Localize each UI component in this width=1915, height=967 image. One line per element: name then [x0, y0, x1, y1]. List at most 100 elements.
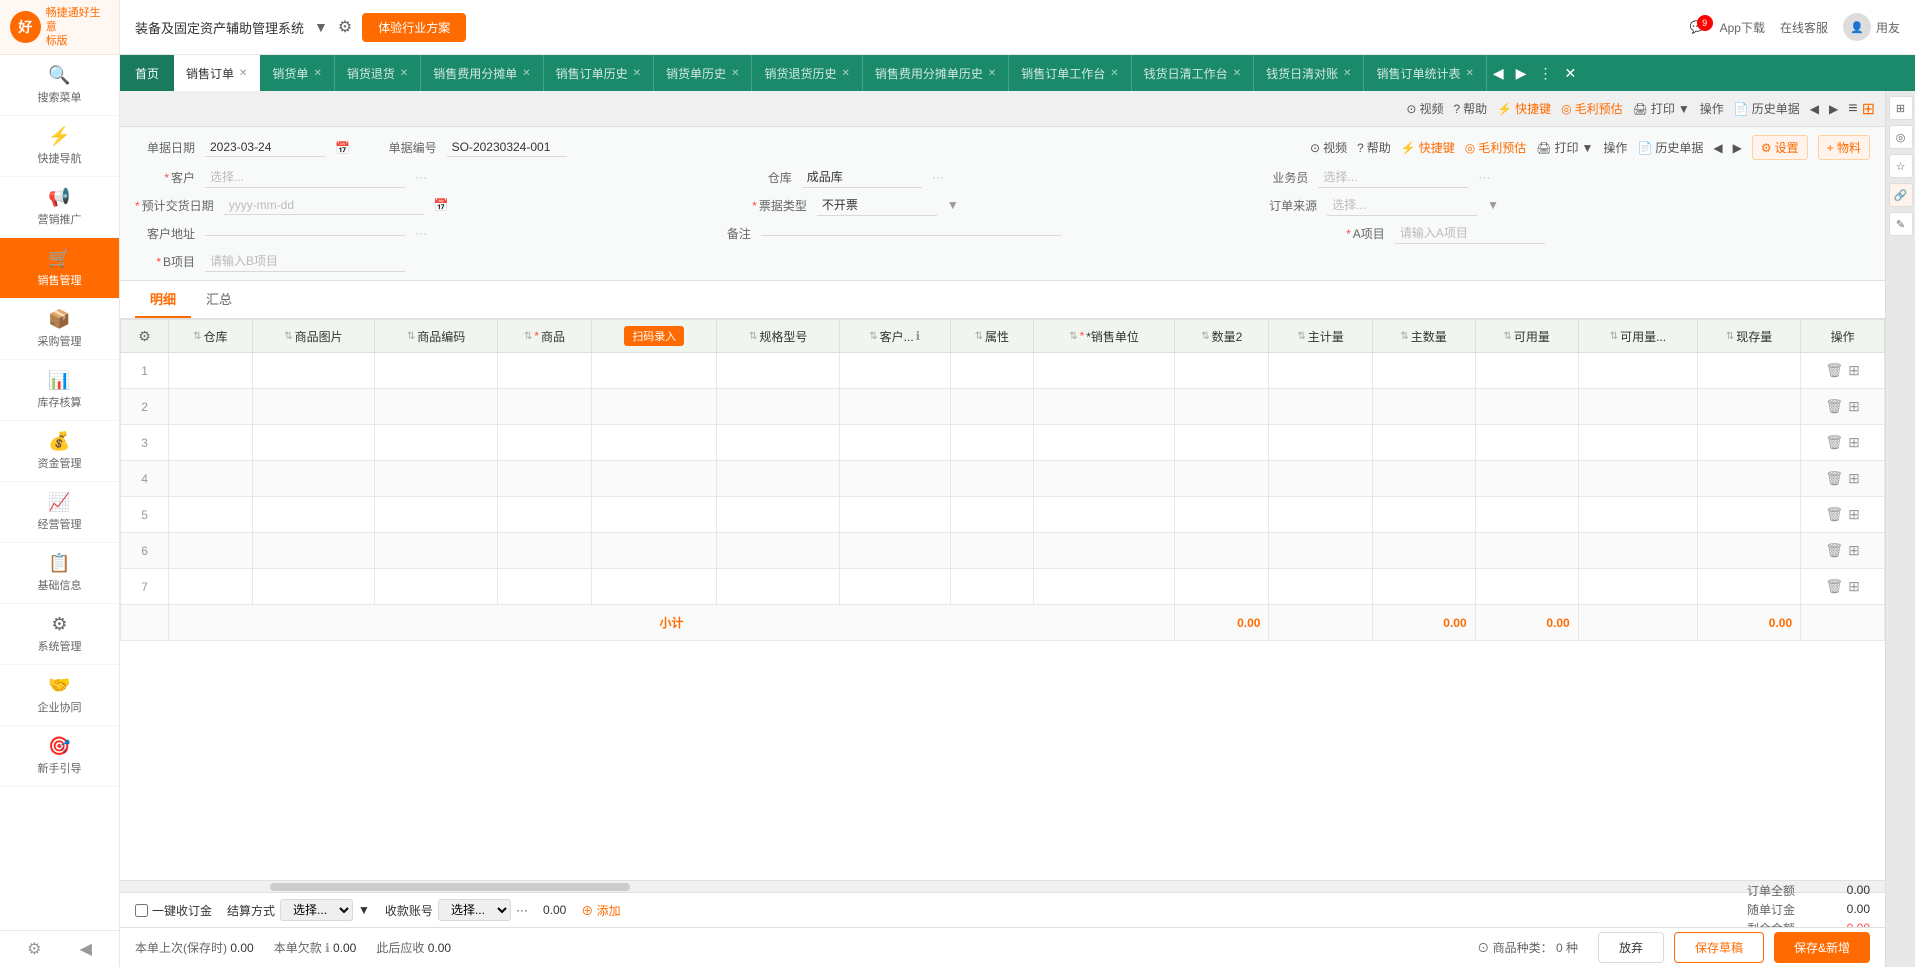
prev-record-btn[interactable]: ◀ — [1810, 102, 1819, 116]
copy-icon[interactable]: ⊞ — [1848, 398, 1860, 415]
col-product-code[interactable]: ⇅商品编码 — [375, 320, 498, 353]
customer-address-input[interactable] — [205, 231, 405, 236]
print-btn[interactable]: 🖨 打印 ▼ — [1633, 100, 1690, 117]
nav-next-btn[interactable]: ▶ — [1733, 141, 1742, 155]
delete-icon[interactable]: 🗑 — [1825, 434, 1843, 451]
order-source-input[interactable]: 选择... — [1327, 194, 1477, 216]
tab-sales-order-history[interactable]: 销售订单历史 ✕ — [544, 55, 654, 91]
sidebar-item-management[interactable]: 📈 经营管理 — [0, 482, 119, 543]
salesperson-input[interactable]: 选择... — [1318, 166, 1468, 188]
horizontal-scrollbar[interactable] — [120, 880, 1885, 892]
invoice-type-value[interactable]: 不开票 — [817, 194, 937, 216]
tab-close-icon[interactable]: ✕ — [400, 68, 408, 79]
address-more-icon[interactable]: ··· — [415, 226, 427, 240]
tab-next-btn[interactable]: ▶ — [1510, 65, 1533, 82]
sidebar-item-purchase[interactable]: 📦 采购管理 — [0, 299, 119, 360]
tab-order-workbench[interactable]: 销售订单工作台 ✕ — [1009, 55, 1131, 91]
tab-close-icon[interactable]: ✕ — [1343, 68, 1351, 79]
sidebar-item-inventory[interactable]: 📊 库存核算 — [0, 360, 119, 421]
col-warehouse[interactable]: ⇅仓库 — [169, 320, 253, 353]
col-product-image[interactable]: ⇅商品图片 — [252, 320, 375, 353]
tab-summary[interactable]: 汇总 — [191, 281, 247, 318]
col-spec[interactable]: ⇅规格型号 — [717, 320, 840, 353]
panel-btn-5[interactable]: ✎ — [1889, 212, 1913, 236]
sidebar-item-marketing[interactable]: 📢 营销推广 — [0, 177, 119, 238]
operate-btn2[interactable]: 操作 — [1603, 139, 1627, 156]
row-1-product[interactable] — [497, 353, 591, 389]
delete-icon[interactable]: 🗑 — [1825, 578, 1843, 595]
sidebar-item-quick-nav[interactable]: ⚡ 快捷导航 — [0, 116, 119, 177]
tab-close-icon[interactable]: ✕ — [1110, 68, 1118, 79]
col-available[interactable]: ⇅可用量 — [1475, 320, 1578, 353]
tab-fee-history[interactable]: 销售费用分摊单历史 ✕ — [863, 55, 1009, 91]
online-service-link[interactable]: 在线客服 — [1780, 19, 1828, 36]
tab-close-icon[interactable]: ✕ — [313, 68, 321, 79]
col-customer[interactable]: ⇅客户...ℹ — [840, 320, 951, 353]
copy-icon[interactable]: ⊞ — [1848, 506, 1860, 523]
tab-close-icon[interactable]: ✕ — [1233, 68, 1241, 79]
copy-icon[interactable]: ⊞ — [1848, 578, 1860, 595]
order-source-dropdown-icon[interactable]: ▼ — [1487, 198, 1499, 212]
solution-button[interactable]: 体验行业方案 — [362, 13, 466, 42]
video-btn[interactable]: ⊙ 视频 — [1406, 100, 1443, 117]
copy-icon[interactable]: ⊞ — [1848, 362, 1860, 379]
col-main-qty[interactable]: ⇅主数量 — [1372, 320, 1475, 353]
delete-icon[interactable]: 🗑 — [1825, 398, 1843, 415]
delete-icon[interactable]: 🗑 — [1825, 506, 1843, 523]
copy-icon[interactable]: ⊞ — [1848, 470, 1860, 487]
tab-cash-reconcile[interactable]: 钱货日清对账 ✕ — [1254, 55, 1364, 91]
nav-prev-btn[interactable]: ◀ — [1713, 141, 1722, 155]
one-click-checkbox[interactable]: 一键收订金 — [135, 902, 212, 919]
tab-close-icon[interactable]: ✕ — [988, 68, 996, 79]
settle-select[interactable]: 选择... — [280, 899, 353, 921]
col-sales-unit[interactable]: ⇅**销售单位 — [1034, 320, 1175, 353]
tab-close-icon[interactable]: ✕ — [1466, 68, 1474, 79]
sidebar-item-system[interactable]: ⚙ 系统管理 — [0, 604, 119, 665]
col-product[interactable]: ⇅*商品 — [497, 320, 591, 353]
tab-sales-stats[interactable]: 销售订单统计表 ✕ — [1364, 55, 1486, 91]
row-1-code[interactable] — [375, 353, 498, 389]
receipt-more-icon[interactable]: ··· — [516, 903, 528, 917]
add-material-btn[interactable]: + 物料 — [1818, 135, 1870, 160]
receipt-select[interactable]: 选择... — [438, 899, 511, 921]
col-attribute[interactable]: ⇅属性 — [950, 320, 1034, 353]
row-1-attr[interactable] — [950, 353, 1034, 389]
warehouse-value[interactable]: 成品库 — [802, 166, 922, 188]
tab-close-icon[interactable]: ✕ — [633, 68, 641, 79]
tab-close-icon[interactable]: ✕ — [239, 68, 247, 79]
row-1-customer[interactable] — [840, 353, 951, 389]
delivery-calendar-icon[interactable]: 📅 — [434, 198, 449, 212]
customer-more-icon[interactable]: ··· — [415, 170, 427, 184]
shortcuts-btn[interactable]: ⚡ 快捷键 — [1497, 100, 1551, 117]
tab-return-history[interactable]: 销货退货历史 ✕ — [752, 55, 862, 91]
shortcuts-btn2[interactable]: ⚡ 快捷键 — [1401, 139, 1455, 156]
sidebar-item-guide[interactable]: 🎯 新手引导 — [0, 726, 119, 787]
app-download-link[interactable]: App下载 — [1720, 19, 1765, 36]
tab-close-all-btn[interactable]: ✕ — [1558, 65, 1582, 82]
panel-btn-1[interactable]: ⊞ — [1889, 96, 1913, 120]
discard-button[interactable]: 放弃 — [1598, 932, 1664, 963]
history-btn2[interactable]: 📄 历史单据 — [1637, 139, 1703, 156]
warehouse-more-icon[interactable]: ··· — [932, 170, 944, 184]
a-project-input[interactable]: 请输入A项目 — [1395, 222, 1545, 244]
tab-cash-workbench[interactable]: 钱货日清工作台 ✕ — [1132, 55, 1254, 91]
date-value[interactable]: 2023-03-24 — [205, 138, 325, 157]
tab-detail[interactable]: 明细 — [135, 281, 191, 318]
row-1-spec[interactable] — [717, 353, 840, 389]
tab-close-icon[interactable]: ✕ — [522, 68, 530, 79]
sidebar-item-search[interactable]: 🔍 搜索菜单 — [0, 55, 119, 116]
copy-icon[interactable]: ⊞ — [1848, 434, 1860, 451]
header-settings-icon[interactable]: ⚙ — [338, 17, 352, 37]
copy-icon[interactable]: ⊞ — [1848, 542, 1860, 559]
delete-icon[interactable]: 🗑 — [1825, 542, 1843, 559]
col-scan[interactable]: 扫码录入 — [592, 320, 717, 353]
tab-close-icon[interactable]: ✕ — [731, 68, 739, 79]
sidebar-item-sales[interactable]: 🛒 销售管理 — [0, 238, 119, 299]
col-qty2[interactable]: ⇅数量2 — [1175, 320, 1269, 353]
profit-btn2[interactable]: ◎ 毛利预估 — [1465, 139, 1527, 156]
row-1-warehouse[interactable] — [169, 353, 253, 389]
delete-icon[interactable]: 🗑 — [1825, 362, 1843, 379]
profit-btn[interactable]: ◎ 毛利预估 — [1561, 100, 1623, 117]
sidebar-item-basic-info[interactable]: 📋 基础信息 — [0, 543, 119, 604]
customer-input[interactable]: 选择... — [205, 166, 405, 188]
